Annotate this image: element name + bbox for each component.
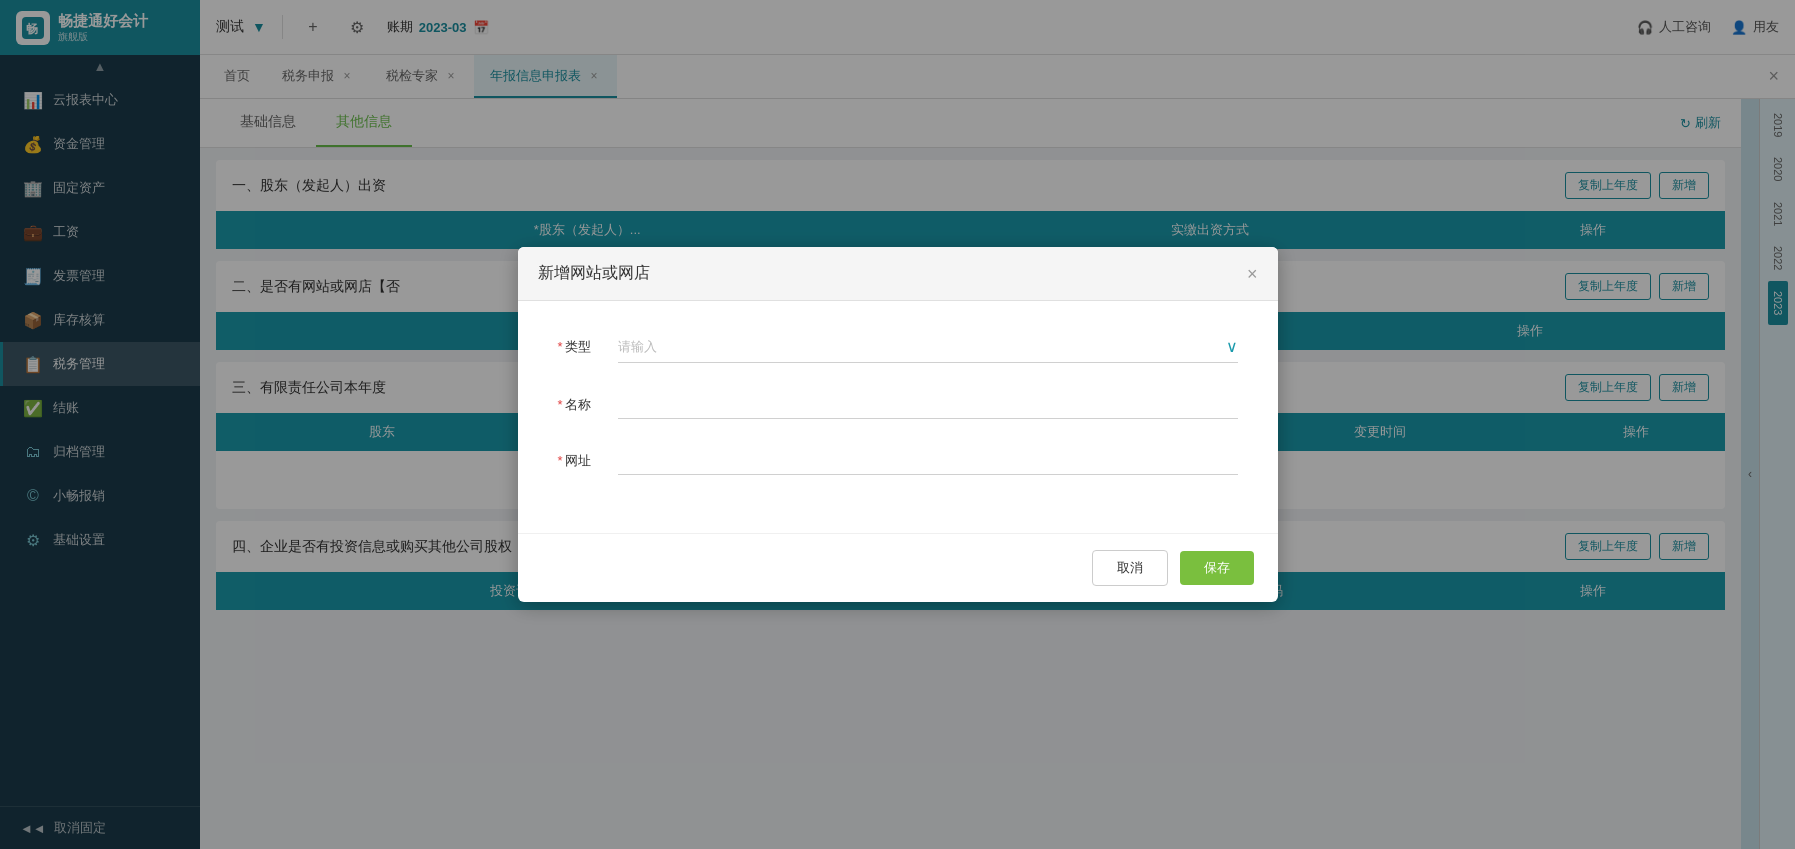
url-input[interactable]: [618, 447, 1238, 475]
form-label-type: *类型: [558, 338, 618, 356]
form-field-type: *类型 请输入 ∨: [558, 331, 1238, 363]
required-star-name: *: [558, 397, 563, 412]
name-input[interactable]: [618, 391, 1238, 419]
type-select-arrow-icon: ∨: [1226, 337, 1238, 356]
dialog-body: *类型 请输入 ∨ *名称 *网址: [518, 301, 1278, 533]
dialog-footer: 取消 保存: [518, 533, 1278, 602]
add-website-dialog: 新增网站或网店 × *类型 请输入 ∨ *名称: [518, 247, 1278, 602]
required-star-type: *: [558, 339, 563, 354]
dialog-close-btn[interactable]: ×: [1247, 265, 1258, 283]
type-select-text: 请输入: [618, 338, 1226, 356]
dialog-overlay: 新增网站或网店 × *类型 请输入 ∨ *名称: [0, 0, 1795, 849]
form-label-url: *网址: [558, 452, 618, 470]
dialog-title: 新增网站或网店: [538, 263, 650, 284]
cancel-button[interactable]: 取消: [1092, 550, 1168, 586]
form-field-name: *名称: [558, 391, 1238, 419]
type-select[interactable]: 请输入 ∨: [618, 331, 1238, 363]
required-star-url: *: [558, 453, 563, 468]
save-button[interactable]: 保存: [1180, 551, 1254, 585]
form-label-name: *名称: [558, 396, 618, 414]
dialog-header: 新增网站或网店 ×: [518, 247, 1278, 301]
form-field-url: *网址: [558, 447, 1238, 475]
